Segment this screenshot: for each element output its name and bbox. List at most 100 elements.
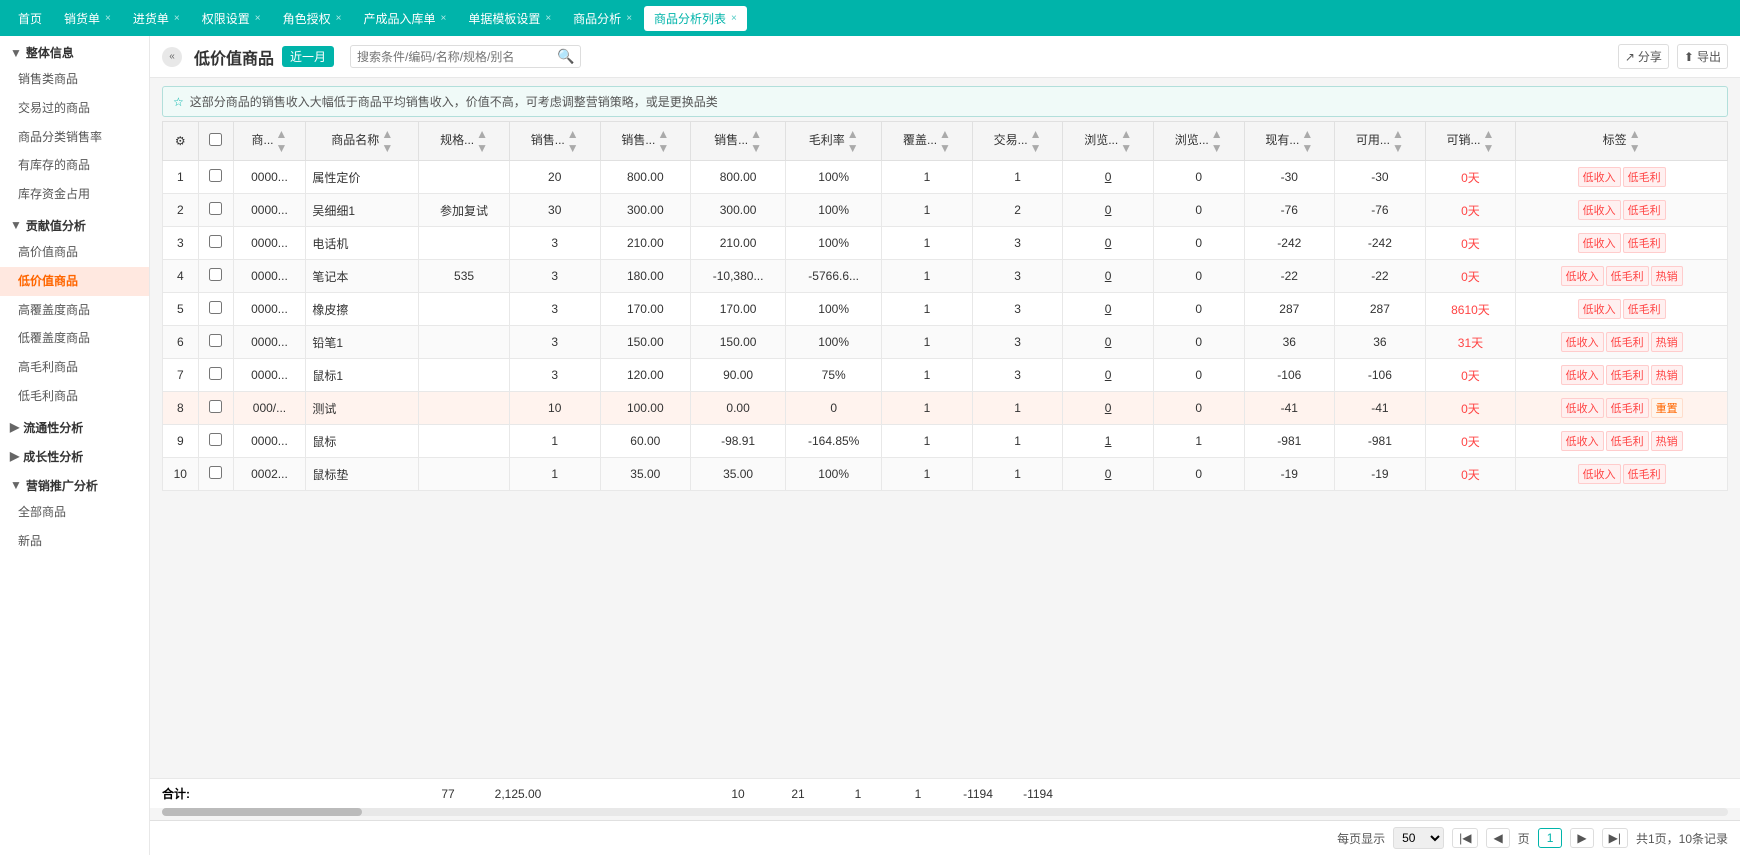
th-available-stock[interactable]: 可用...▲▼ bbox=[1335, 122, 1426, 161]
row-select-checkbox[interactable] bbox=[209, 334, 222, 347]
close-icon[interactable]: × bbox=[440, 13, 446, 24]
close-icon[interactable]: × bbox=[105, 13, 111, 24]
collapse-sidebar-button[interactable]: « bbox=[162, 47, 182, 67]
row-browse1[interactable]: 0 bbox=[1063, 227, 1154, 260]
share-button[interactable]: ↗ 分享 bbox=[1618, 44, 1669, 69]
select-all-checkbox[interactable] bbox=[209, 133, 222, 146]
sidebar-group-growth[interactable]: ▶ 成长性分析 bbox=[0, 440, 149, 469]
nav-home[interactable]: 首页 bbox=[8, 6, 52, 31]
nav-sales-order[interactable]: 销货单 × bbox=[54, 6, 121, 31]
th-sale-amount[interactable]: 销售...▲▼ bbox=[600, 122, 691, 161]
next-page-button[interactable]: ▶ bbox=[1570, 828, 1593, 848]
row-browse1[interactable]: 1 bbox=[1063, 425, 1154, 458]
browse-link[interactable]: 0 bbox=[1105, 368, 1112, 382]
browse-link[interactable]: 0 bbox=[1105, 335, 1112, 349]
page-size-select[interactable]: 50 100 200 bbox=[1393, 827, 1444, 849]
sidebar-item-category-sales-rate[interactable]: 商品分类销售率 bbox=[0, 123, 149, 152]
browse-link[interactable]: 0 bbox=[1105, 170, 1112, 184]
nav-permission-settings[interactable]: 权限设置 × bbox=[192, 6, 271, 31]
th-sale-profit[interactable]: 销售...▲▼ bbox=[691, 122, 786, 161]
sidebar-item-traded-products[interactable]: 交易过的商品 bbox=[0, 94, 149, 123]
browse-link[interactable]: 0 bbox=[1105, 302, 1112, 316]
th-tags[interactable]: 标签▲▼ bbox=[1516, 122, 1728, 161]
th-name[interactable]: 商品名称▲▼ bbox=[306, 122, 419, 161]
nav-product-inbound[interactable]: 产成品入库单 × bbox=[353, 6, 456, 31]
sidebar-item-high-value[interactable]: 高价值商品 bbox=[0, 238, 149, 267]
row-checkbox[interactable] bbox=[198, 260, 233, 293]
browse-link[interactable]: 0 bbox=[1105, 269, 1112, 283]
th-checkbox[interactable] bbox=[198, 122, 233, 161]
th-browse2[interactable]: 浏览...▲▼ bbox=[1153, 122, 1244, 161]
sidebar-item-inventory-funds[interactable]: 库存资金占用 bbox=[0, 180, 149, 209]
sidebar-item-low-value[interactable]: 低价值商品 bbox=[0, 267, 149, 296]
row-browse1[interactable]: 0 bbox=[1063, 326, 1154, 359]
nav-template-settings[interactable]: 单据模板设置 × bbox=[458, 6, 561, 31]
row-select-checkbox[interactable] bbox=[209, 433, 222, 446]
th-spec[interactable]: 规格...▲▼ bbox=[419, 122, 510, 161]
nav-purchase-order[interactable]: 进货单 × bbox=[123, 6, 190, 31]
horizontal-scrollbar[interactable] bbox=[162, 808, 1728, 816]
prev-page-button[interactable]: ◀ bbox=[1486, 828, 1509, 848]
close-icon[interactable]: × bbox=[255, 13, 261, 24]
last-page-button[interactable]: ▶| bbox=[1602, 828, 1628, 848]
row-select-checkbox[interactable] bbox=[209, 400, 222, 413]
date-badge-button[interactable]: 近一月 bbox=[282, 46, 334, 67]
nav-role-auth[interactable]: 角色授权 × bbox=[273, 6, 352, 31]
th-code[interactable]: 商...▲▼ bbox=[233, 122, 306, 161]
close-icon[interactable]: × bbox=[174, 13, 180, 24]
row-browse1[interactable]: 0 bbox=[1063, 260, 1154, 293]
nav-product-analysis[interactable]: 商品分析 × bbox=[563, 6, 642, 31]
row-select-checkbox[interactable] bbox=[209, 169, 222, 182]
row-checkbox[interactable] bbox=[198, 392, 233, 425]
first-page-button[interactable]: |◀ bbox=[1452, 828, 1478, 848]
row-browse1[interactable]: 0 bbox=[1063, 293, 1154, 326]
row-checkbox[interactable] bbox=[198, 458, 233, 491]
th-sale-qty[interactable]: 销售...▲▼ bbox=[509, 122, 600, 161]
row-browse1[interactable]: 0 bbox=[1063, 392, 1154, 425]
row-checkbox[interactable] bbox=[198, 359, 233, 392]
browse-link[interactable]: 1 bbox=[1105, 434, 1112, 448]
row-checkbox[interactable] bbox=[198, 161, 233, 194]
sidebar-item-low-coverage[interactable]: 低覆盖度商品 bbox=[0, 324, 149, 353]
row-browse1[interactable]: 0 bbox=[1063, 161, 1154, 194]
sidebar-item-low-margin[interactable]: 低毛利商品 bbox=[0, 382, 149, 411]
row-select-checkbox[interactable] bbox=[209, 202, 222, 215]
sidebar-item-new-products[interactable]: 新品 bbox=[0, 527, 149, 556]
nav-product-analysis-list[interactable]: 商品分析列表 × bbox=[644, 6, 747, 31]
browse-link[interactable]: 0 bbox=[1105, 467, 1112, 481]
sidebar-group-marketing[interactable]: ▼ 营销推广分析 bbox=[0, 469, 149, 498]
row-checkbox[interactable] bbox=[198, 326, 233, 359]
th-browse1[interactable]: 浏览...▲▼ bbox=[1063, 122, 1154, 161]
row-select-checkbox[interactable] bbox=[209, 301, 222, 314]
row-checkbox[interactable] bbox=[198, 425, 233, 458]
browse-link[interactable]: 0 bbox=[1105, 203, 1112, 217]
table-container[interactable]: ⚙ 商...▲▼ 商品名称▲▼ 规格...▲▼ 销售...▲▼ 销售...▲▼ … bbox=[162, 121, 1728, 778]
th-trade[interactable]: 交易...▲▼ bbox=[972, 122, 1063, 161]
th-gross-margin[interactable]: 毛利率▲▼ bbox=[786, 122, 882, 161]
row-browse1[interactable]: 0 bbox=[1063, 359, 1154, 392]
sidebar-item-high-coverage[interactable]: 高覆盖度商品 bbox=[0, 296, 149, 325]
th-settings[interactable]: ⚙ bbox=[163, 122, 199, 161]
row-checkbox[interactable] bbox=[198, 227, 233, 260]
row-browse1[interactable]: 0 bbox=[1063, 458, 1154, 491]
sidebar-item-high-margin[interactable]: 高毛利商品 bbox=[0, 353, 149, 382]
th-sellable[interactable]: 可销...▲▼ bbox=[1425, 122, 1516, 161]
sidebar-group-overall[interactable]: ▼ 整体信息 bbox=[0, 36, 149, 65]
browse-link[interactable]: 0 bbox=[1105, 401, 1112, 415]
sidebar-item-sales-products[interactable]: 销售类商品 bbox=[0, 65, 149, 94]
row-select-checkbox[interactable] bbox=[209, 268, 222, 281]
close-icon[interactable]: × bbox=[626, 13, 632, 24]
row-select-checkbox[interactable] bbox=[209, 367, 222, 380]
sidebar-item-stocked-products[interactable]: 有库存的商品 bbox=[0, 151, 149, 180]
row-browse1[interactable]: 0 bbox=[1063, 194, 1154, 227]
search-icon[interactable]: 🔍 bbox=[557, 48, 574, 65]
search-input[interactable] bbox=[357, 50, 557, 64]
sidebar-item-all-products[interactable]: 全部商品 bbox=[0, 498, 149, 527]
browse-link[interactable]: 0 bbox=[1105, 236, 1112, 250]
row-checkbox[interactable] bbox=[198, 293, 233, 326]
close-icon[interactable]: × bbox=[336, 13, 342, 24]
scrollbar-thumb[interactable] bbox=[162, 808, 362, 816]
th-current-stock[interactable]: 现有...▲▼ bbox=[1244, 122, 1335, 161]
sidebar-group-contribution[interactable]: ▼ 贡献值分析 bbox=[0, 209, 149, 238]
th-coverage[interactable]: 覆盖...▲▼ bbox=[882, 122, 973, 161]
